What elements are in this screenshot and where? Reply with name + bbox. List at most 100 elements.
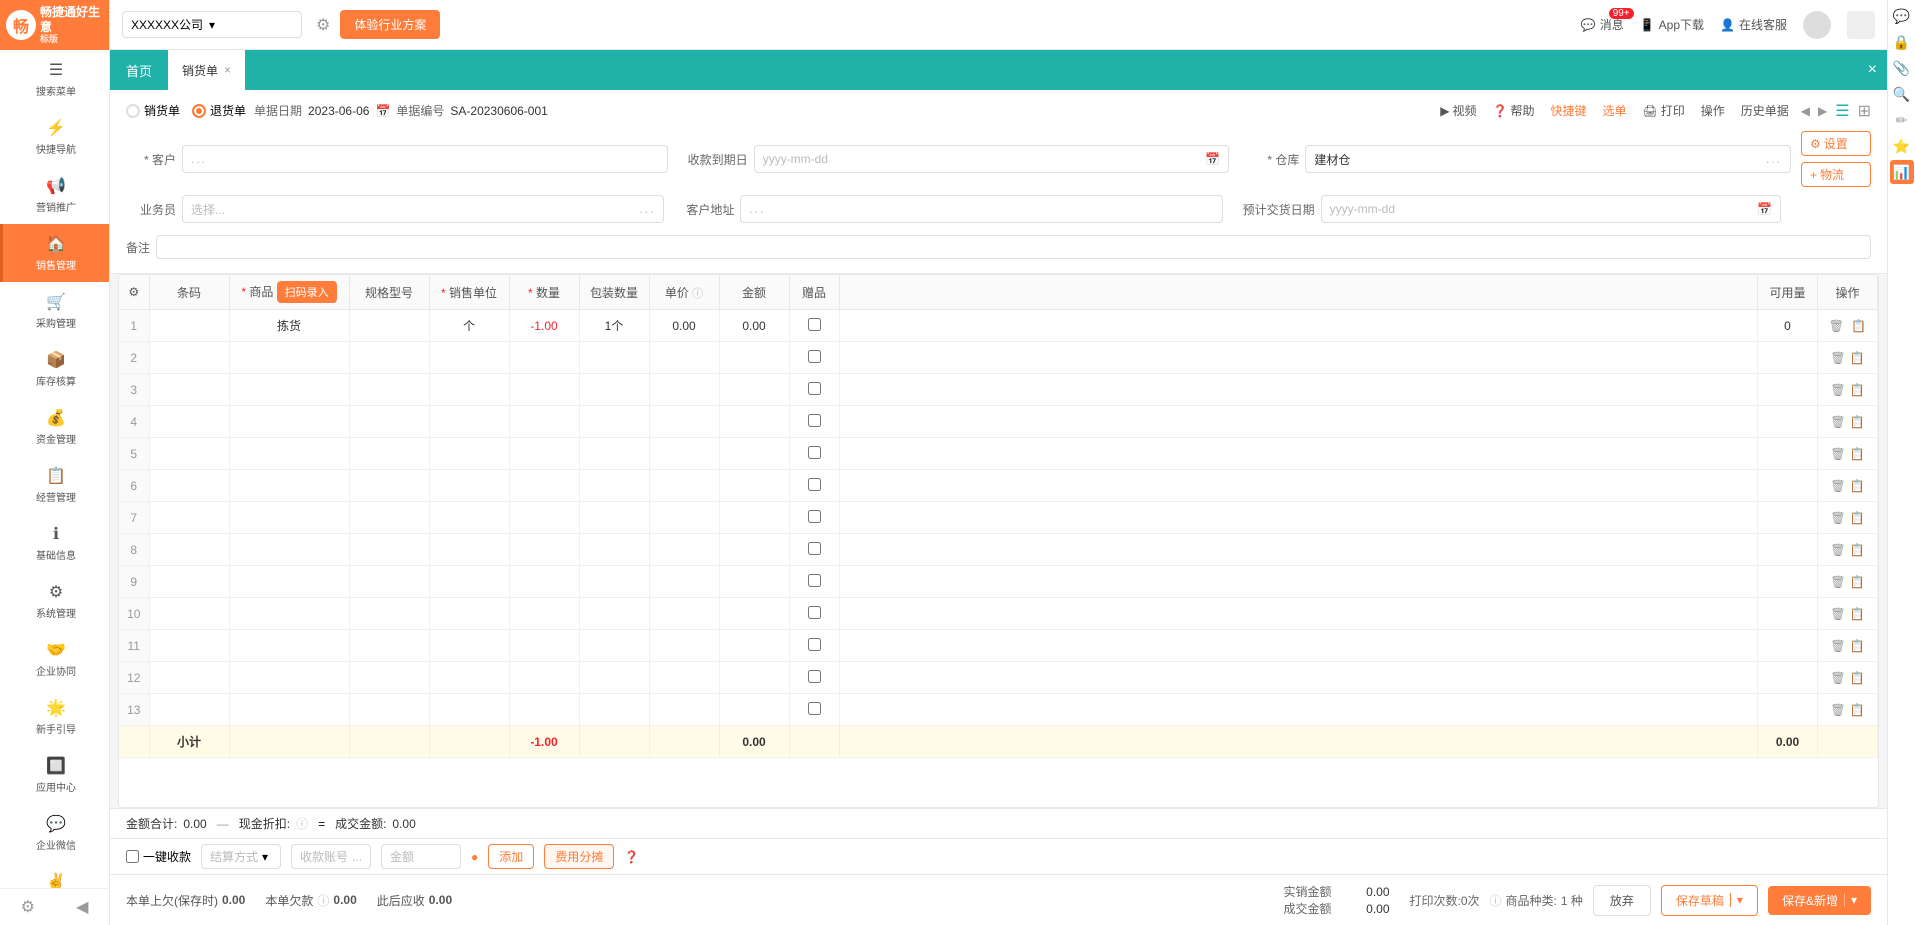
copy-icon[interactable]: 📋	[1850, 575, 1865, 589]
rp-btn-4[interactable]: 🔍	[1890, 82, 1914, 106]
sidebar-item-search[interactable]: ☰ 搜索菜单	[0, 50, 109, 108]
nav-prev-icon[interactable]: ◀	[1801, 104, 1810, 118]
salesperson-input[interactable]: 选择... ...	[182, 195, 664, 223]
delete-icon[interactable]: 🗑	[1830, 479, 1845, 493]
add-payment-btn[interactable]: 添加	[488, 844, 534, 869]
delivery-date-input[interactable]: yyyy-mm-dd 📅	[1321, 195, 1781, 223]
rp-btn-3[interactable]: 📎	[1890, 56, 1914, 80]
collapse-icon[interactable]: ◀	[76, 897, 88, 917]
save-new-arrow[interactable]: ▾	[1844, 893, 1857, 907]
toolbar-video-btn[interactable]: ▶ 视频	[1436, 100, 1480, 121]
due-date-input[interactable]: yyyy-mm-dd 📅	[754, 145, 1230, 173]
toolbar-history-btn[interactable]: 历史单据	[1737, 100, 1793, 121]
one-click-payment[interactable]: 一键收款	[126, 848, 191, 865]
sidebar-item-purchase[interactable]: 🛒 采购管理	[0, 282, 109, 340]
delete-icon[interactable]: 🗑	[1830, 703, 1845, 717]
tab-sales-order[interactable]: 销货单 ×	[168, 50, 245, 90]
copy-icon[interactable]: 📋	[1850, 383, 1865, 397]
toolbar-shortcut-btn[interactable]: 快捷键	[1546, 100, 1590, 121]
expense-help-icon[interactable]: ❓	[624, 850, 639, 864]
cell-pkgqty[interactable]: 1个	[579, 310, 649, 342]
scan-btn[interactable]: 扫码录入	[277, 281, 337, 303]
calendar-icon[interactable]: 📅	[1205, 152, 1220, 166]
sidebar-item-shortcut[interactable]: ⚡ 快捷导航	[0, 108, 109, 166]
save-draft-btn[interactable]: 保存草稿 ▾	[1661, 885, 1758, 916]
cell-spec[interactable]	[349, 310, 429, 342]
copy-icon[interactable]: 📋	[1850, 607, 1865, 621]
close-all-tabs-btn[interactable]: ×	[1868, 61, 1877, 79]
delete-icon[interactable]: 🗑	[1830, 671, 1845, 685]
cell-remark[interactable]	[839, 310, 1758, 342]
delete-icon[interactable]: 🗑	[1830, 607, 1845, 621]
delete-icon[interactable]: 🗑	[1830, 415, 1845, 429]
add-payment-icon[interactable]: ●	[471, 850, 478, 864]
copy-icon[interactable]: 📋	[1850, 543, 1865, 557]
toolbar-select-btn[interactable]: 选单	[1598, 100, 1630, 121]
view-grid-icon[interactable]: ⊞	[1858, 101, 1871, 121]
copy-icon[interactable]: 📋	[1850, 639, 1865, 653]
cell-price[interactable]: 0.00	[649, 310, 719, 342]
topbar-settings-icon[interactable]: ⚙	[316, 15, 330, 35]
rp-btn-5[interactable]: ✏	[1890, 108, 1914, 132]
company-selector[interactable]: XXXXXX公司 ▾	[122, 11, 302, 38]
save-new-btn[interactable]: 保存&新增 ▾	[1768, 886, 1871, 915]
copy-icon[interactable]: 📋	[1850, 671, 1865, 685]
note-input[interactable]	[156, 235, 1871, 259]
sidebar-item-sales[interactable]: 🏠 销售管理	[0, 224, 109, 282]
date-picker-icon[interactable]: 📅	[375, 104, 390, 118]
online-support-btn[interactable]: 👤 在线客服	[1720, 16, 1787, 33]
copy-icon[interactable]: 📋	[1850, 447, 1865, 461]
sidebar-item-appstore[interactable]: 🔲 应用中心	[0, 746, 109, 804]
tab-home[interactable]: 首页	[110, 50, 168, 90]
cell-unit[interactable]: 个	[429, 310, 509, 342]
radio-return[interactable]: 退货单	[192, 102, 246, 119]
avatar[interactable]	[1803, 11, 1831, 39]
customer-input[interactable]: ...	[182, 145, 668, 173]
trial-btn[interactable]: 体验行业方案	[340, 10, 440, 39]
nav-next-icon[interactable]: ▶	[1818, 104, 1827, 118]
user-menu[interactable]	[1847, 11, 1875, 39]
toolbar-action-btn[interactable]: 操作	[1697, 100, 1729, 121]
delete-icon[interactable]: 🗑	[1830, 383, 1845, 397]
copy-icon[interactable]: 📋	[1850, 351, 1865, 365]
sidebar-item-finance[interactable]: 💰 资金管理	[0, 398, 109, 456]
copy-icon[interactable]: 📋	[1850, 703, 1865, 717]
copy-icon[interactable]: 📋	[1851, 319, 1866, 333]
settings-bottom-icon[interactable]: ⚙	[21, 897, 35, 917]
product-type-icon[interactable]: ⓘ	[1490, 892, 1502, 909]
sidebar-item-inventory[interactable]: 📦 库存核算	[0, 340, 109, 398]
sidebar-item-basic[interactable]: ℹ 基础信息	[0, 514, 109, 572]
radio-sales[interactable]: 销货单	[126, 102, 180, 119]
discount-help[interactable]: ⓘ	[296, 815, 308, 832]
copy-icon[interactable]: 📋	[1850, 511, 1865, 525]
calendar2-icon[interactable]: 📅	[1757, 202, 1772, 216]
delete-icon[interactable]: 🗑	[1830, 543, 1845, 557]
delete-icon[interactable]: 🗑	[1830, 511, 1845, 525]
payment-amount-field[interactable]: 金额	[381, 844, 461, 869]
col-settings-header[interactable]: ⚙	[119, 275, 149, 310]
logistics-btn[interactable]: + 物流	[1801, 162, 1871, 187]
sidebar-item-marketing[interactable]: 📢 营销推广	[0, 166, 109, 224]
sidebar-item-wechat[interactable]: 💬 企业微信	[0, 804, 109, 862]
cell-qty[interactable]: -1.00	[509, 310, 579, 342]
customer-addr-input[interactable]: ...	[740, 195, 1222, 223]
cell-amount[interactable]: 0.00	[719, 310, 789, 342]
discard-btn[interactable]: 放弃	[1593, 885, 1651, 916]
tab-close-icon[interactable]: ×	[224, 63, 231, 77]
toolbar-print-btn[interactable]: 🖨 打印	[1639, 100, 1689, 121]
cell-barcode[interactable]	[149, 310, 229, 342]
owe-help-icon[interactable]: ⓘ	[317, 892, 329, 909]
payment-method-select[interactable]: 结算方式 ▾	[201, 844, 281, 869]
sidebar-item-operation[interactable]: 📋 经营管理	[0, 456, 109, 514]
delete-icon[interactable]: 🗑	[1830, 639, 1845, 653]
warehouse-input[interactable]: 建材仓 ...	[1305, 145, 1791, 173]
copy-icon[interactable]: 📋	[1850, 415, 1865, 429]
save-draft-arrow[interactable]: ▾	[1730, 893, 1743, 907]
toolbar-help-btn[interactable]: ❓ 帮助	[1489, 100, 1539, 121]
sidebar-item-member[interactable]: ✌ 畅会员	[0, 862, 109, 888]
delete-icon[interactable]: 🗑	[1830, 351, 1845, 365]
message-btn[interactable]: 💬 消息 99+	[1581, 16, 1624, 33]
view-list-icon[interactable]: ☰	[1835, 101, 1849, 121]
settings-btn[interactable]: ⚙ 设置	[1801, 131, 1871, 156]
one-click-checkbox[interactable]	[126, 850, 139, 863]
